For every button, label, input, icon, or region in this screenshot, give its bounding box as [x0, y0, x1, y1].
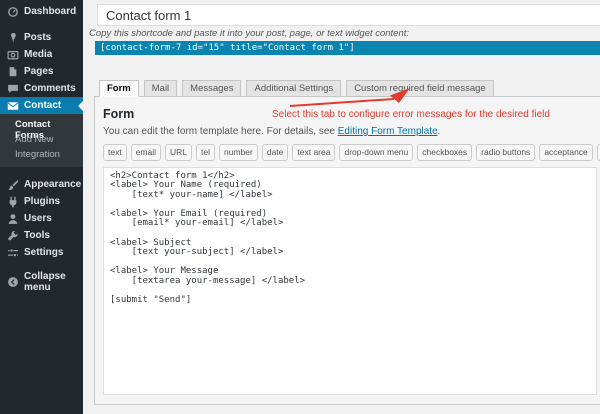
collapse-arrow-icon [7, 276, 19, 288]
sidebar-item-label: Dashboard [24, 6, 77, 17]
sidebar-item-posts[interactable]: Posts [0, 29, 83, 46]
form-editor-panel: Form You can edit the form template here… [94, 96, 600, 405]
sidebar-item-settings[interactable]: Settings [0, 244, 83, 261]
sidebar-item-users[interactable]: Users [0, 210, 83, 227]
sidebar-item-label: Appearance [24, 179, 82, 190]
sidebar-item-label: Settings [24, 247, 64, 258]
tag-button-number[interactable]: number [219, 144, 258, 161]
form-template-textarea[interactable]: <h2>Contact form 1</h2> <label> Your Nam… [103, 166, 597, 395]
sidebar-item-label: Tools [24, 230, 50, 241]
contact-submenu: Contact Forms Add New Integration [0, 114, 83, 167]
plug-icon [7, 196, 19, 208]
tag-button-text-area[interactable]: text area [292, 144, 336, 161]
collapse-menu-button[interactable]: Collapse menu [0, 270, 83, 293]
tag-button-acceptance[interactable]: acceptance [539, 144, 593, 161]
tag-button-url[interactable]: URL [165, 144, 193, 161]
person-icon [7, 213, 19, 225]
tag-button-checkboxes[interactable]: checkboxes [417, 144, 473, 161]
sliders-icon [7, 247, 19, 259]
sidebar-item-label: Users [24, 213, 52, 224]
panel-description: You can edit the form template here. For… [103, 126, 600, 137]
camera-icon [7, 49, 19, 61]
tab-messages[interactable]: Messages [182, 80, 242, 97]
sidebar-item-appearance[interactable]: Appearance [0, 176, 83, 193]
annotation-text: Select this tab to configure error messa… [272, 109, 550, 120]
wrench-icon [7, 230, 19, 242]
form-title-input[interactable] [97, 4, 600, 26]
collapse-menu-label: Collapse menu [24, 270, 66, 293]
sidebar-item-dashboard[interactable]: Dashboard [0, 3, 83, 20]
sidebar-item-label: Pages [24, 66, 54, 77]
speech-bubble-icon [7, 83, 19, 95]
tag-button-tel[interactable]: tel [196, 144, 216, 161]
menu-separator [0, 20, 83, 29]
admin-sidebar: Dashboard Posts Media Pages Comments Con… [0, 0, 83, 414]
tag-button-radio-buttons[interactable]: radio buttons [476, 144, 536, 161]
brush-icon [7, 179, 19, 191]
tag-button-text[interactable]: text [103, 144, 127, 161]
tag-button-date[interactable]: date [261, 144, 289, 161]
sidebar-item-label: Plugins [24, 196, 61, 207]
pushpin-icon [7, 32, 19, 44]
tag-button-drop-down-menu[interactable]: drop-down menu [339, 144, 414, 161]
description-text: You can edit the form template here. For… [103, 126, 338, 137]
submenu-item-integration[interactable]: Integration [0, 147, 83, 162]
sidebar-item-plugins[interactable]: Plugins [0, 193, 83, 210]
tab-mail[interactable]: Mail [143, 80, 178, 97]
envelope-icon [7, 100, 19, 112]
menu-separator [0, 167, 83, 176]
submenu-item-add-new[interactable]: Add New [0, 132, 83, 147]
shortcode-hint: Copy this shortcode and paste it into yo… [89, 28, 410, 39]
sidebar-item-contact[interactable]: Contact [0, 97, 83, 114]
editing-form-template-link[interactable]: Editing Form Template [338, 126, 438, 137]
sidebar-item-tools[interactable]: Tools [0, 227, 83, 244]
tag-generator-buttons: text email URL tel number date text area… [103, 144, 600, 161]
shortcode-field[interactable] [95, 41, 600, 55]
page-icon [7, 66, 19, 78]
dashboard-icon [7, 6, 19, 18]
description-period: . [437, 126, 441, 137]
sidebar-item-media[interactable]: Media [0, 46, 83, 63]
sidebar-item-label: Posts [24, 32, 52, 43]
tag-button-email[interactable]: email [130, 144, 162, 161]
tab-form[interactable]: Form [99, 80, 139, 97]
annotation-arrow-icon [289, 88, 410, 107]
sidebar-item-comments[interactable]: Comments [0, 80, 83, 97]
sidebar-item-label: Contact [24, 100, 62, 111]
sidebar-item-label: Media [24, 49, 53, 60]
submenu-item-contact-forms[interactable]: Contact Forms [0, 117, 83, 141]
sidebar-item-pages[interactable]: Pages [0, 63, 83, 80]
sidebar-item-label: Comments [24, 83, 76, 94]
